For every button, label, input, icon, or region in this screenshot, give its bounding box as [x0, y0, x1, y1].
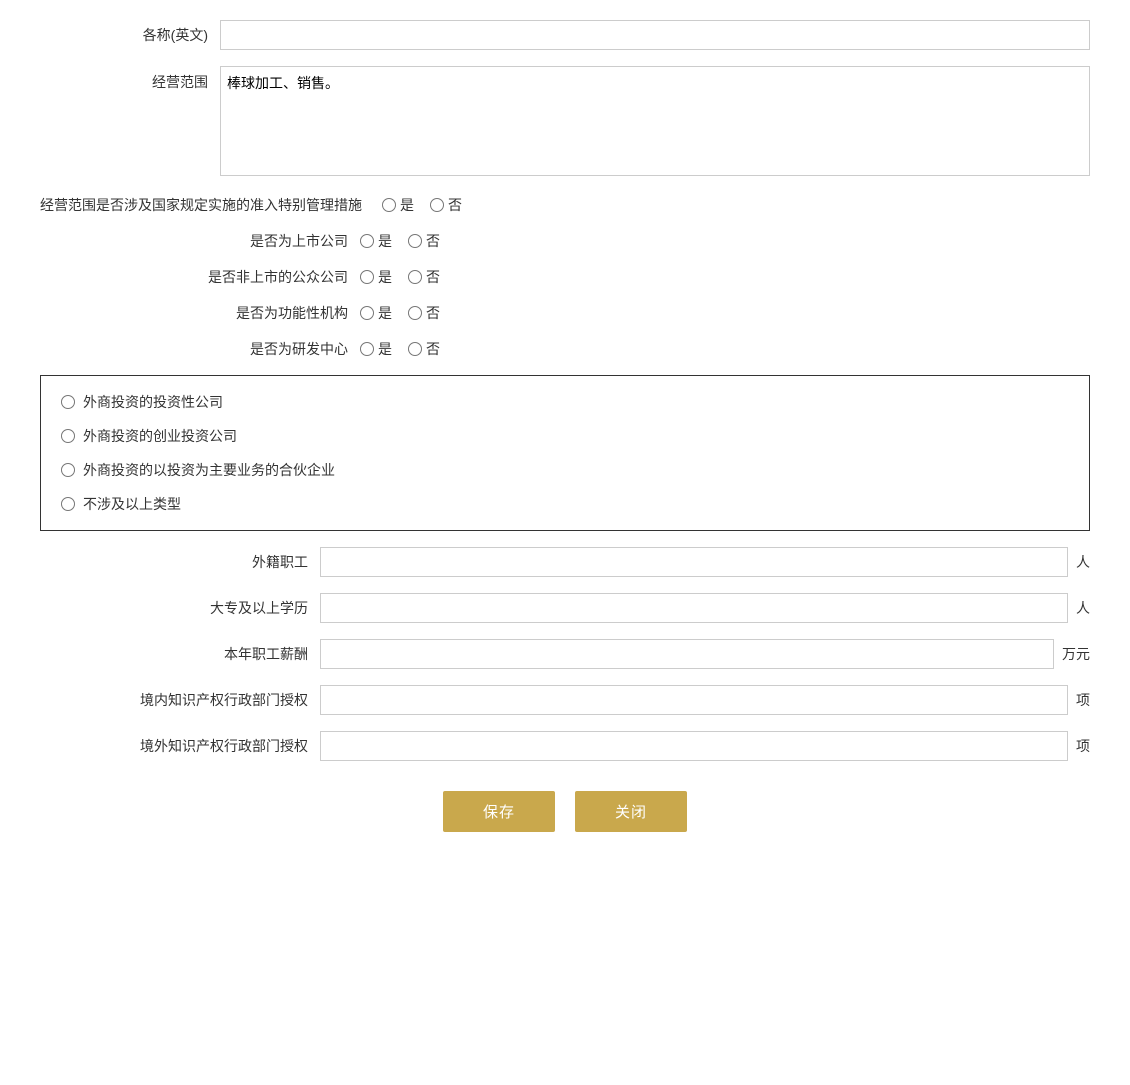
- domestic-ip-unit: 项: [1076, 690, 1090, 710]
- rd-center-no-option[interactable]: 否: [408, 339, 440, 359]
- functional-yes-label: 是: [378, 303, 392, 323]
- special-mgmt-yes-option[interactable]: 是: [382, 195, 414, 215]
- investment-radio-3[interactable]: [61, 497, 75, 511]
- listed-no-label: 否: [426, 231, 440, 251]
- functional-radio-group: 是 否: [360, 303, 440, 323]
- special-mgmt-label: 经营范围是否涉及国家规定实施的准入特别管理措施: [40, 195, 382, 215]
- investment-radio-0[interactable]: [61, 395, 75, 409]
- college-edu-unit: 人: [1076, 598, 1090, 618]
- domestic-ip-label: 境内知识产权行政部门授权: [40, 690, 320, 710]
- foreign-ip-row: 境外知识产权行政部门授权 项: [40, 731, 1090, 761]
- investment-label-1: 外商投资的创业投资公司: [83, 426, 237, 446]
- special-mgmt-no-option[interactable]: 否: [430, 195, 462, 215]
- rd-center-no-radio[interactable]: [408, 342, 422, 356]
- public-unlisted-radio-group: 是 否: [360, 267, 440, 287]
- foreign-ip-unit: 项: [1076, 736, 1090, 756]
- listed-yes-label: 是: [378, 231, 392, 251]
- business-scope-textarea[interactable]: 棒球加工、销售。: [220, 66, 1090, 176]
- domestic-ip-row: 境内知识产权行政部门授权 项: [40, 685, 1090, 715]
- listed-row: 是否为上市公司 是 否: [40, 231, 1090, 251]
- rd-center-yes-radio[interactable]: [360, 342, 374, 356]
- special-mgmt-no-label: 否: [448, 195, 462, 215]
- salary-row: 本年职工薪酬 万元: [40, 639, 1090, 669]
- functional-row: 是否为功能性机构 是 否: [40, 303, 1090, 323]
- salary-unit: 万元: [1062, 644, 1090, 664]
- public-unlisted-no-option[interactable]: 否: [408, 267, 440, 287]
- functional-no-label: 否: [426, 303, 440, 323]
- public-unlisted-yes-label: 是: [378, 267, 392, 287]
- special-mgmt-yes-label: 是: [400, 195, 414, 215]
- investment-label-0: 外商投资的投资性公司: [83, 392, 223, 412]
- investment-label-2: 外商投资的以投资为主要业务的合伙企业: [83, 460, 335, 480]
- salary-label: 本年职工薪酬: [40, 644, 320, 664]
- name-en-input[interactable]: [220, 20, 1090, 50]
- close-button[interactable]: 关闭: [575, 791, 687, 832]
- foreign-staff-unit: 人: [1076, 552, 1090, 572]
- button-row: 保存 关闭: [40, 791, 1090, 832]
- listed-yes-radio[interactable]: [360, 234, 374, 248]
- listed-no-option[interactable]: 否: [408, 231, 440, 251]
- name-en-label: 各称(英文): [40, 25, 220, 45]
- domestic-ip-input[interactable]: [320, 685, 1068, 715]
- college-edu-input[interactable]: [320, 593, 1068, 623]
- listed-no-radio[interactable]: [408, 234, 422, 248]
- investment-option-1[interactable]: 外商投资的创业投资公司: [61, 426, 1069, 446]
- functional-no-radio[interactable]: [408, 306, 422, 320]
- special-mgmt-row: 经营范围是否涉及国家规定实施的准入特别管理措施 是 否: [40, 195, 1090, 215]
- investment-option-2[interactable]: 外商投资的以投资为主要业务的合伙企业: [61, 460, 1069, 480]
- public-unlisted-yes-radio[interactable]: [360, 270, 374, 284]
- rd-center-yes-label: 是: [378, 339, 392, 359]
- public-unlisted-no-label: 否: [426, 267, 440, 287]
- rd-center-radio-group: 是 否: [360, 339, 440, 359]
- investment-radio-1[interactable]: [61, 429, 75, 443]
- special-mgmt-yes-radio[interactable]: [382, 198, 396, 212]
- foreign-staff-input[interactable]: [320, 547, 1068, 577]
- investment-radio-2[interactable]: [61, 463, 75, 477]
- functional-yes-option[interactable]: 是: [360, 303, 392, 323]
- foreign-staff-row: 外籍职工 人: [40, 547, 1090, 577]
- listed-yes-option[interactable]: 是: [360, 231, 392, 251]
- special-mgmt-no-radio[interactable]: [430, 198, 444, 212]
- business-scope-row: 经营范围 棒球加工、销售。: [40, 66, 1090, 179]
- rd-center-yes-option[interactable]: 是: [360, 339, 392, 359]
- functional-no-option[interactable]: 否: [408, 303, 440, 323]
- functional-yes-radio[interactable]: [360, 306, 374, 320]
- save-button[interactable]: 保存: [443, 791, 555, 832]
- public-unlisted-label: 是否非上市的公众公司: [40, 267, 360, 287]
- investment-box: 外商投资的投资性公司 外商投资的创业投资公司 外商投资的以投资为主要业务的合伙企…: [40, 375, 1090, 531]
- investment-option-3[interactable]: 不涉及以上类型: [61, 494, 1069, 514]
- public-unlisted-yes-option[interactable]: 是: [360, 267, 392, 287]
- name-en-row: 各称(英文): [40, 20, 1090, 50]
- public-unlisted-row: 是否非上市的公众公司 是 否: [40, 267, 1090, 287]
- business-scope-wrapper: 棒球加工、销售。: [220, 66, 1090, 179]
- listed-label: 是否为上市公司: [40, 231, 360, 251]
- investment-label-3: 不涉及以上类型: [83, 494, 181, 514]
- public-unlisted-no-radio[interactable]: [408, 270, 422, 284]
- investment-option-0[interactable]: 外商投资的投资性公司: [61, 392, 1069, 412]
- salary-input[interactable]: [320, 639, 1054, 669]
- listed-radio-group: 是 否: [360, 231, 440, 251]
- rd-center-no-label: 否: [426, 339, 440, 359]
- business-scope-label: 经营范围: [40, 66, 220, 92]
- foreign-ip-label: 境外知识产权行政部门授权: [40, 736, 320, 756]
- rd-center-row: 是否为研发中心 是 否: [40, 339, 1090, 359]
- functional-label: 是否为功能性机构: [40, 303, 360, 323]
- college-edu-label: 大专及以上学历: [40, 598, 320, 618]
- special-mgmt-radio-group: 是 否: [382, 195, 462, 215]
- foreign-ip-input[interactable]: [320, 731, 1068, 761]
- foreign-staff-label: 外籍职工: [40, 552, 320, 572]
- college-edu-row: 大专及以上学历 人: [40, 593, 1090, 623]
- rd-center-label: 是否为研发中心: [40, 339, 360, 359]
- form-section: 各称(英文) 经营范围 棒球加工、销售。 经营范围是否涉及国家规定实施的准入特别…: [40, 20, 1090, 832]
